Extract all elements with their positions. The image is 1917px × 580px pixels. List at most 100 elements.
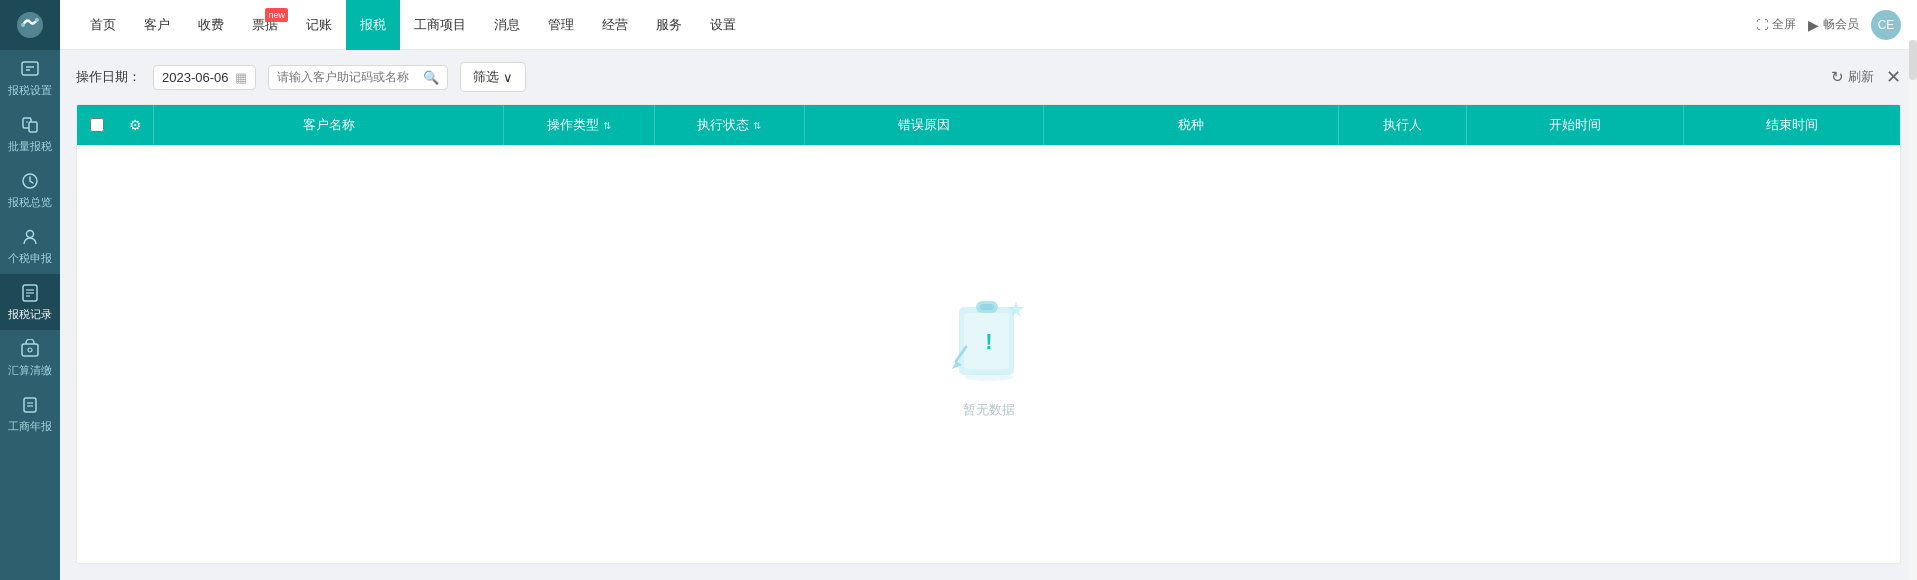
svg-text:!: ! <box>985 329 992 354</box>
col-exec-status[interactable]: 执行状态 ⇅ <box>654 105 804 145</box>
svg-point-1 <box>21 23 25 27</box>
fullscreen-btn[interactable]: ⛶ 全屏 <box>1756 16 1796 33</box>
search-icon: 🔍 <box>423 70 439 85</box>
svg-point-0 <box>17 12 43 38</box>
sidebar-item-label: 汇算清缴 <box>8 363 52 378</box>
avatar-text: CE <box>1878 18 1895 32</box>
sidebar-item-batch-tax[interactable]: 批量报税 <box>0 106 60 162</box>
member-btn[interactable]: ▶ 畅会员 <box>1808 16 1859 33</box>
annual-report-icon <box>19 394 41 416</box>
date-label: 操作日期： <box>76 68 141 86</box>
svg-point-16 <box>28 348 32 352</box>
nav-item-messages[interactable]: 消息 <box>480 0 534 50</box>
member-label: 畅会员 <box>1823 16 1859 33</box>
svg-point-2 <box>35 18 39 22</box>
filter-chevron-icon: ∨ <box>503 70 513 85</box>
nav-item-invoice[interactable]: 票据new <box>238 0 292 50</box>
nav-label: 消息 <box>494 16 520 34</box>
page-body: 操作日期： 2023-06-06 ▦ 🔍 筛选 ∨ ↻ 刷新 ✕ <box>60 50 1917 580</box>
calendar-icon: ▦ <box>235 70 247 85</box>
sidebar-item-label: 报税总览 <box>8 195 52 210</box>
col-client-name-label: 客户名称 <box>303 116 355 134</box>
svg-rect-15 <box>22 344 38 356</box>
nav-item-home[interactable]: 首页 <box>76 0 130 50</box>
new-badge: new <box>265 8 288 22</box>
nav-item-bookkeeping[interactable]: 记账 <box>292 0 346 50</box>
nav-item-billing[interactable]: 收费 <box>184 0 238 50</box>
col-executor: 执行人 <box>1338 105 1466 145</box>
col-exec-status-label: 执行状态 <box>697 116 749 134</box>
settlement-icon <box>19 338 41 360</box>
col-end-time: 结束时间 <box>1683 105 1900 145</box>
filter-button[interactable]: 筛选 ∨ <box>460 62 526 92</box>
nav-item-finance[interactable]: 经营 <box>588 0 642 50</box>
nav-label: 经营 <box>602 16 628 34</box>
op-type-sort-icon: ⇅ <box>603 120 611 131</box>
avatar[interactable]: CE <box>1871 10 1901 40</box>
sidebar-item-tax-summary[interactable]: 报税总览 <box>0 162 60 218</box>
col-error-reason-label: 错误原因 <box>898 116 950 134</box>
col-op-type-label: 操作类型 <box>547 116 599 134</box>
nav-label: 管理 <box>548 16 574 34</box>
nav-item-admin[interactable]: 管理 <box>534 0 588 50</box>
svg-rect-23 <box>980 304 994 310</box>
nav-item-client[interactable]: 客户 <box>130 0 184 50</box>
video-icon: ▶ <box>1808 17 1819 33</box>
fullscreen-label: 全屏 <box>1772 16 1796 33</box>
table-header: ⚙ 客户名称 操作类型 ⇅ 执行状态 ⇅ 错误原因 税种 <box>77 105 1900 145</box>
col-op-type[interactable]: 操作类型 ⇅ <box>503 105 653 145</box>
col-executor-label: 执行人 <box>1383 116 1422 134</box>
nav-item-tax[interactable]: 报税 <box>346 0 400 50</box>
nav-item-settings[interactable]: 设置 <box>696 0 750 50</box>
sidebar-item-label: 报税设置 <box>8 83 52 98</box>
svg-rect-7 <box>29 122 37 132</box>
search-input[interactable] <box>277 70 417 84</box>
toolbar-right: ↻ 刷新 ✕ <box>1831 68 1901 86</box>
nav-label: 首页 <box>90 16 116 34</box>
gear-icon[interactable]: ⚙ <box>129 117 142 133</box>
sidebar-item-annual-report[interactable]: 工商年报 <box>0 386 60 442</box>
nav-item-business[interactable]: 工商项目 <box>400 0 480 50</box>
search-box[interactable]: 🔍 <box>268 65 448 90</box>
sidebar-item-settlement[interactable]: 汇算清缴 <box>0 330 60 386</box>
close-icon: ✕ <box>1886 67 1901 87</box>
date-picker[interactable]: 2023-06-06 ▦ <box>153 65 256 90</box>
exec-status-sort-icon: ⇅ <box>753 120 761 131</box>
col-tax-type: 税种 <box>1043 105 1338 145</box>
col-tax-type-label: 税种 <box>1178 116 1204 134</box>
svg-rect-17 <box>24 398 36 412</box>
svg-point-28 <box>964 373 1014 381</box>
nav-label: 收费 <box>198 16 224 34</box>
nav-label: 客户 <box>144 16 170 34</box>
tax-records-icon <box>19 282 41 304</box>
nav-right: ⛶ 全屏 ▶ 畅会员 CE <box>1756 10 1901 40</box>
empty-state: ! 暂无数据 <box>77 145 1900 563</box>
sidebar-item-personal-tax[interactable]: 个税申报 <box>0 218 60 274</box>
refresh-button[interactable]: ↻ 刷新 <box>1831 68 1874 86</box>
select-all-checkbox[interactable] <box>90 118 104 132</box>
fullscreen-icon: ⛶ <box>1756 18 1768 32</box>
sidebar-item-tax-records[interactable]: 报税记录 <box>0 274 60 330</box>
nav-items: 首页 客户 收费票据new记账报税工商项目 消息 管理 经营服务设置 <box>76 0 1756 50</box>
top-nav: 首页 客户 收费票据new记账报税工商项目 消息 管理 经营服务设置 ⛶ 全屏 ▶ 畅会员… <box>60 0 1917 50</box>
close-button[interactable]: ✕ <box>1886 68 1901 86</box>
select-all-checkbox-cell[interactable] <box>77 118 117 132</box>
sidebar-item-tax-settings[interactable]: 报税设置 <box>0 50 60 106</box>
nav-label: 工商项目 <box>414 16 466 34</box>
tax-summary-icon <box>19 170 41 192</box>
svg-rect-3 <box>22 62 38 75</box>
svg-point-10 <box>27 231 34 238</box>
nav-item-service[interactable]: 服务 <box>642 0 696 50</box>
column-settings-cell[interactable]: ⚙ <box>117 117 153 133</box>
sidebar-item-label: 报税记录 <box>8 307 52 322</box>
nav-label: 设置 <box>710 16 736 34</box>
col-end-time-label: 结束时间 <box>1766 116 1818 134</box>
personal-tax-icon <box>19 226 41 248</box>
toolbar: 操作日期： 2023-06-06 ▦ 🔍 筛选 ∨ ↻ 刷新 ✕ <box>60 50 1917 104</box>
empty-illustration: ! <box>944 289 1034 389</box>
refresh-label: 刷新 <box>1848 68 1874 86</box>
app-logo[interactable] <box>0 0 60 50</box>
col-error-reason: 错误原因 <box>804 105 1043 145</box>
filter-label: 筛选 <box>473 68 499 86</box>
sidebar-item-label: 个税申报 <box>8 251 52 266</box>
